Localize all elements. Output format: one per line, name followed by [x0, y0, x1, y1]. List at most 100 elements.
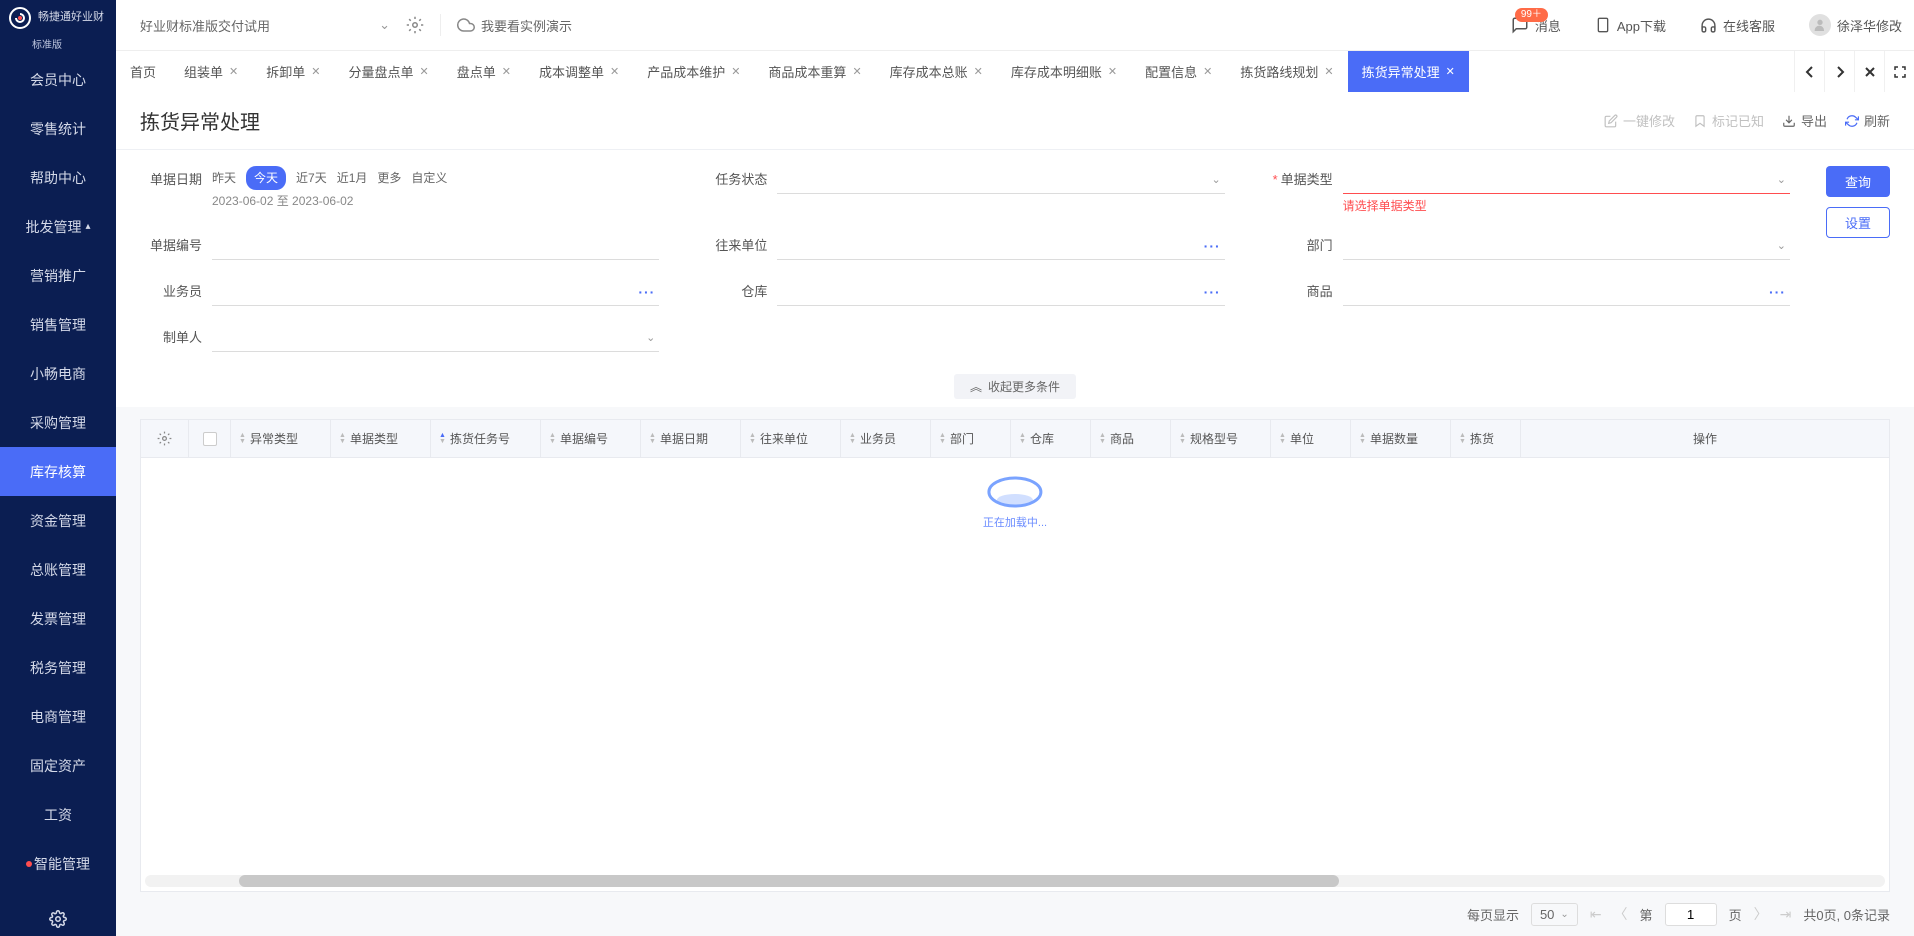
column-header[interactable]: ▲▼单据编号 [541, 420, 641, 457]
sidebar-item-14[interactable]: 固定资产 [0, 741, 116, 790]
dept-select[interactable]: ⌄ [1343, 232, 1790, 260]
column-header[interactable]: ▲▼往来单位 [741, 420, 841, 457]
select-all-checkbox[interactable] [189, 420, 231, 457]
tab-11[interactable]: 拣货路线规划✕ [1226, 51, 1347, 92]
close-icon[interactable]: ✕ [1324, 65, 1333, 78]
date-option[interactable]: 自定义 [411, 167, 447, 189]
tab-7[interactable]: 商品成本重算✕ [754, 51, 875, 92]
column-header[interactable]: ▲▼拣货任务号 [431, 420, 541, 457]
close-icon[interactable]: ✕ [852, 65, 861, 78]
tab-8[interactable]: 库存成本总账 ✕ [876, 51, 997, 92]
tab-2[interactable]: 拆卸单✕ [252, 51, 334, 92]
date-option[interactable]: 更多 [377, 167, 401, 189]
tabs-fullscreen[interactable] [1884, 51, 1914, 92]
column-header[interactable]: ▲▼单据类型 [331, 420, 431, 457]
tab-9[interactable]: 库存成本明细账✕ [997, 51, 1131, 92]
sidebar-item-4[interactable]: 营销推广 [0, 251, 116, 300]
close-icon[interactable]: ✕ [1446, 65, 1455, 78]
sidebar-item-7[interactable]: 采购管理 [0, 398, 116, 447]
doc-no-input[interactable] [212, 232, 659, 260]
partner-picker[interactable]: ··· [777, 232, 1224, 260]
tab-12[interactable]: 拣货异常处理✕ [1348, 51, 1469, 92]
collapse-filter-button[interactable]: ︽ 收起更多条件 [954, 374, 1076, 399]
tab-10[interactable]: 配置信息✕ [1131, 51, 1226, 92]
pager-next[interactable]: 〉 [1754, 904, 1768, 924]
task-status-select[interactable]: ⌄ [777, 166, 1224, 194]
close-icon[interactable]: ✕ [311, 65, 320, 78]
tab-6[interactable]: 产品成本维护✕ [633, 51, 754, 92]
horizontal-scrollbar[interactable] [145, 875, 1885, 887]
tab-label: 库存成本总账 [890, 62, 968, 81]
tab-3[interactable]: 分量盘点单✕ [334, 51, 442, 92]
sidebar-item-11[interactable]: 发票管理 [0, 594, 116, 643]
pager-last[interactable]: ⇥ [1780, 906, 1792, 923]
close-icon[interactable]: ✕ [731, 65, 740, 78]
close-icon[interactable]: ✕ [420, 65, 429, 78]
sidebar-item-2[interactable]: 帮助中心 [0, 153, 116, 202]
query-button[interactable]: 查询 [1826, 166, 1890, 197]
column-header[interactable]: ▲▼业务员 [841, 420, 931, 457]
goods-picker[interactable]: ··· [1343, 278, 1790, 306]
refresh-button[interactable]: 刷新 [1845, 111, 1890, 130]
pager-prev[interactable]: 〈 [1614, 904, 1628, 924]
sidebar-item-17[interactable]: 经营管理 [0, 888, 116, 902]
warehouse-picker[interactable]: ··· [777, 278, 1224, 306]
column-header[interactable]: 操作 [1521, 420, 1889, 457]
date-option[interactable]: 今天 [246, 166, 286, 190]
column-header[interactable]: ▲▼单位 [1271, 420, 1351, 457]
sidebar-item-1[interactable]: 零售统计 [0, 104, 116, 153]
doc-type-select[interactable]: ⌄ [1343, 166, 1790, 194]
date-option[interactable]: 近7天 [296, 167, 327, 189]
per-page-select[interactable]: 50 ⌄ [1531, 903, 1578, 926]
filter-settings-button[interactable]: 设置 [1826, 207, 1890, 238]
app-download-button[interactable]: App下载 [1595, 16, 1666, 35]
tabs-scroll-right[interactable] [1824, 51, 1854, 92]
user-menu[interactable]: 徐泽华修改 [1809, 14, 1902, 36]
product-settings-button[interactable] [406, 16, 424, 34]
tab-4[interactable]: 盘点单✕ [443, 51, 525, 92]
export-button[interactable]: 导出 [1782, 111, 1827, 130]
creator-select[interactable]: ⌄ [212, 324, 659, 352]
sidebar-item-3[interactable]: 批发管理▴ [0, 202, 116, 251]
date-option[interactable]: 近1月 [337, 167, 368, 189]
column-header[interactable]: ▲▼规格型号 [1171, 420, 1271, 457]
sidebar-item-6[interactable]: 小畅电商 [0, 349, 116, 398]
tabs-close-all[interactable] [1854, 51, 1884, 92]
column-header[interactable]: ▲▼仓库 [1011, 420, 1091, 457]
tab-0[interactable]: 首页 [116, 51, 170, 92]
sidebar-item-15[interactable]: 工资 [0, 790, 116, 839]
tabs-scroll-left[interactable] [1794, 51, 1824, 92]
sidebar-item-5[interactable]: 销售管理 [0, 300, 116, 349]
column-header[interactable]: ▲▼拣货 [1451, 420, 1521, 457]
sidebar-item-12[interactable]: 税务管理 [0, 643, 116, 692]
sidebar-item-0[interactable]: 会员中心 [0, 55, 116, 104]
close-icon[interactable]: ✕ [610, 65, 619, 78]
column-header[interactable]: ▲▼部门 [931, 420, 1011, 457]
product-select[interactable]: 好业财标准版交付试用 ⌄ [140, 16, 390, 35]
sidebar-item-8[interactable]: 库存核算 [0, 447, 116, 496]
pager-first[interactable]: ⇤ [1590, 906, 1602, 923]
column-header[interactable]: ▲▼单据数量 [1351, 420, 1451, 457]
date-option[interactable]: 昨天 [212, 167, 236, 189]
column-header[interactable]: ▲▼单据日期 [641, 420, 741, 457]
close-icon[interactable]: ✕ [974, 65, 983, 78]
salesman-picker[interactable]: ··· [212, 278, 659, 306]
sidebar-item-9[interactable]: 资金管理 [0, 496, 116, 545]
sidebar-item-16[interactable]: 智能管理 [0, 839, 116, 888]
sidebar-item-10[interactable]: 总账管理 [0, 545, 116, 594]
tab-1[interactable]: 组装单✕ [170, 51, 252, 92]
table-settings-button[interactable] [141, 420, 189, 457]
sidebar-item-13[interactable]: 电商管理 [0, 692, 116, 741]
demo-link[interactable]: 我要看实例演示 [457, 16, 572, 35]
close-icon[interactable]: ✕ [229, 65, 238, 78]
online-service-button[interactable]: 在线客服 [1700, 16, 1775, 35]
column-header[interactable]: ▲▼商品 [1091, 420, 1171, 457]
messages-button[interactable]: 99＋ 消息 [1511, 16, 1561, 35]
tab-5[interactable]: 成本调整单✕ [525, 51, 633, 92]
page-number-input[interactable] [1665, 903, 1717, 926]
close-icon[interactable]: ✕ [502, 65, 511, 78]
sidebar-settings[interactable] [0, 902, 116, 936]
column-header[interactable]: ▲▼异常类型 [231, 420, 331, 457]
close-icon[interactable]: ✕ [1108, 65, 1117, 78]
close-icon[interactable]: ✕ [1203, 65, 1212, 78]
